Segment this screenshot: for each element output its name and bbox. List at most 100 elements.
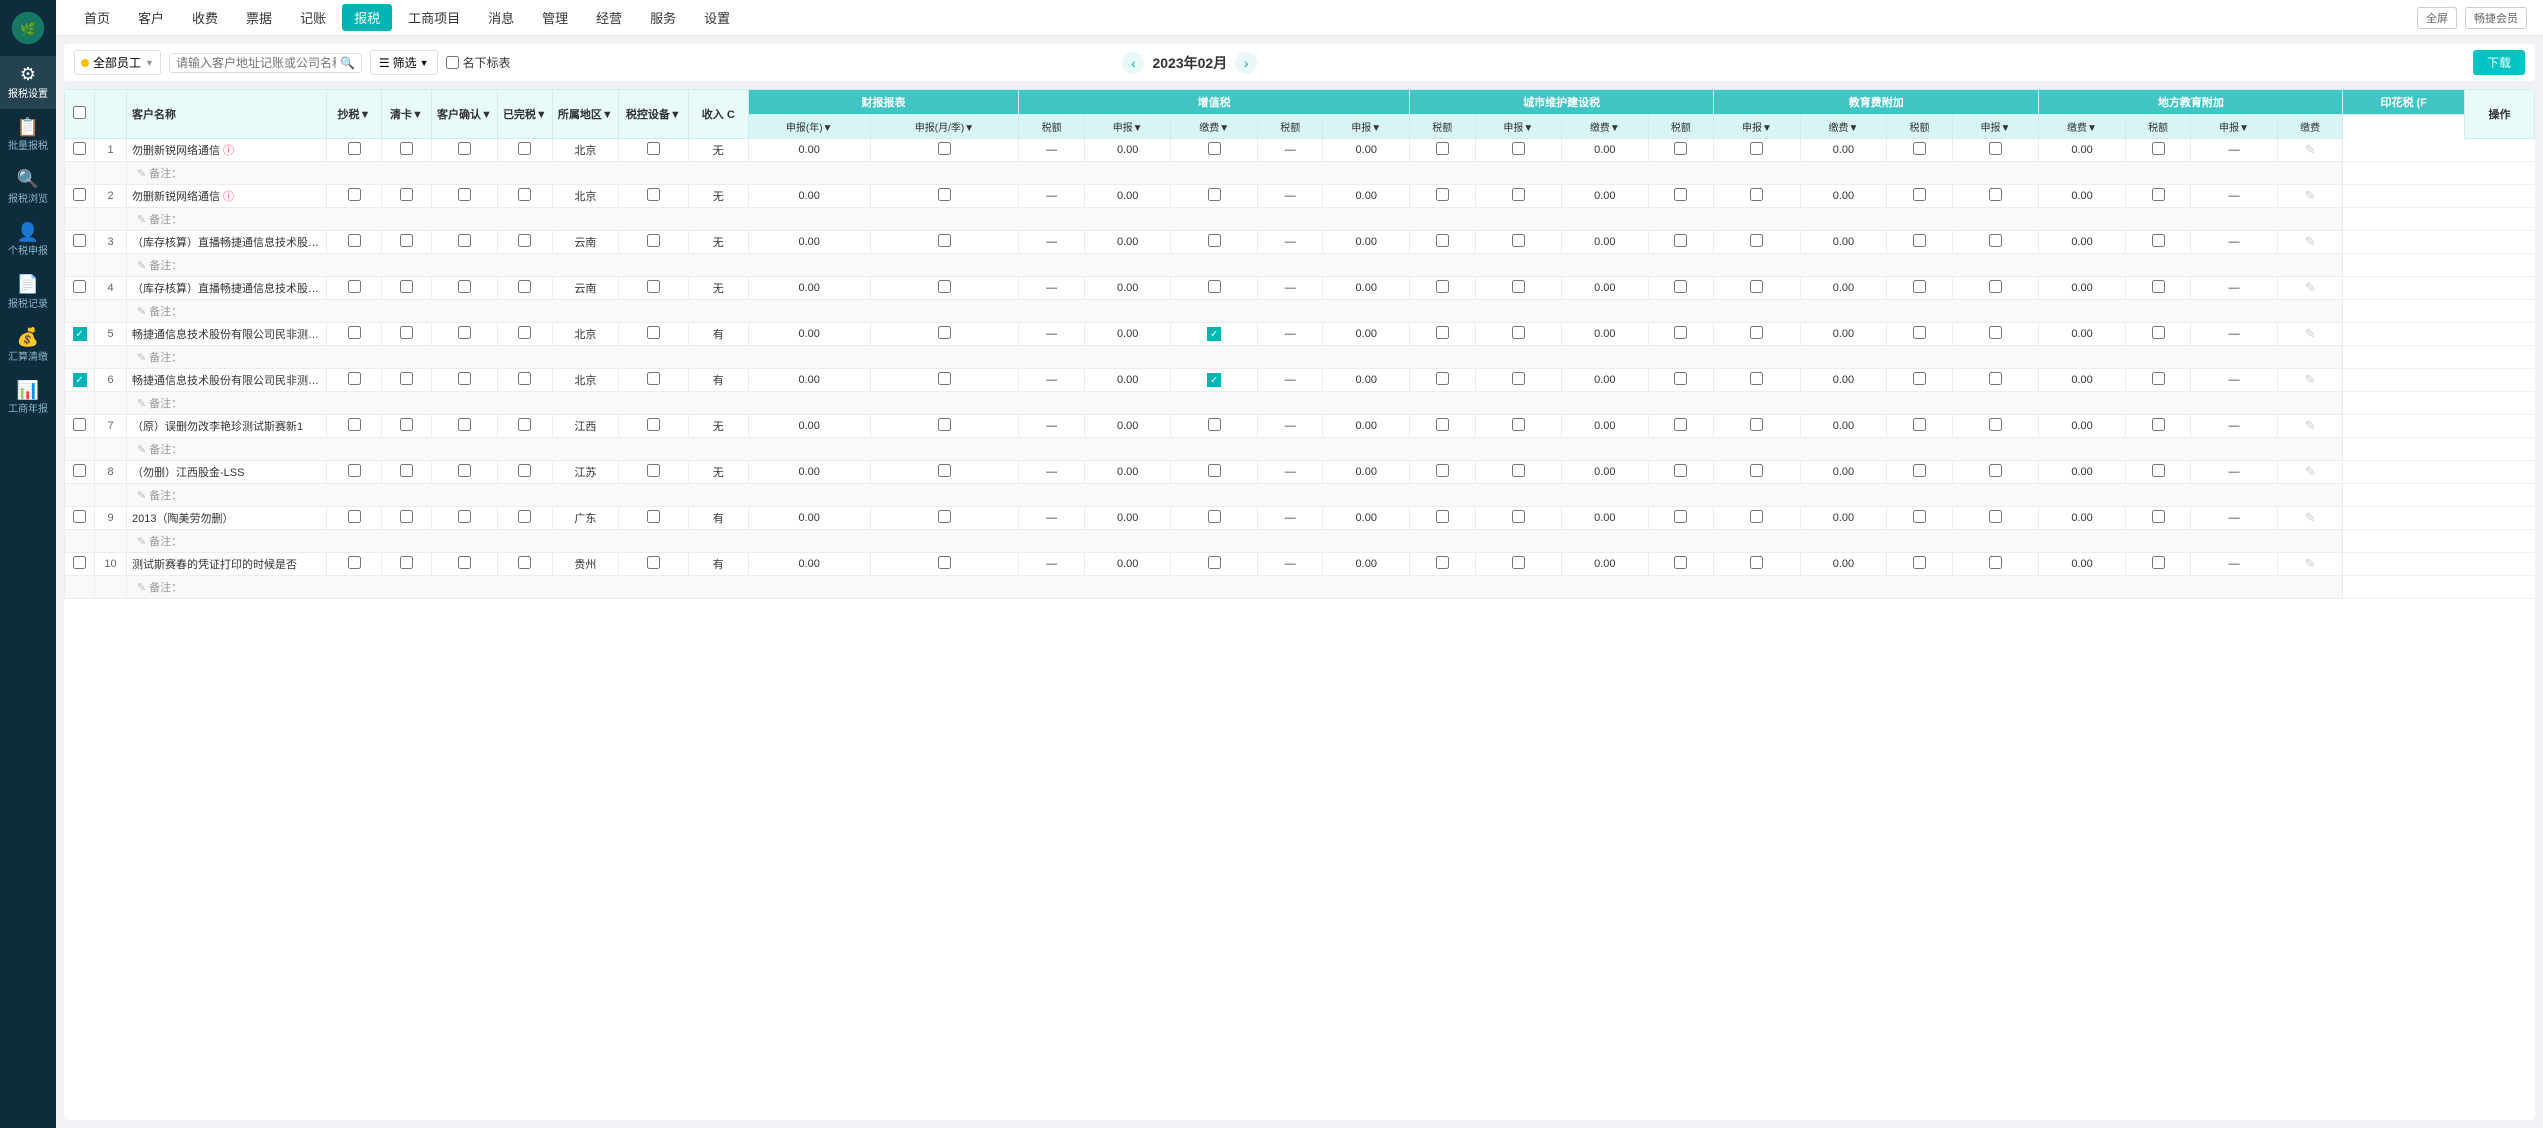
df-fee-cb[interactable] xyxy=(1989,464,2002,477)
df-fee-cb[interactable] xyxy=(1989,280,2002,293)
declared-cb[interactable] xyxy=(518,556,531,569)
confirm-cb[interactable] xyxy=(458,326,471,339)
row-checkbox[interactable] xyxy=(73,280,86,293)
nav-jizhang[interactable]: 记账 xyxy=(288,4,338,31)
cs-apply-cb[interactable] xyxy=(1436,142,1449,155)
declared-cb[interactable] xyxy=(518,510,531,523)
jy-fee-cb[interactable] xyxy=(1750,280,1763,293)
device-cb[interactable] xyxy=(647,280,660,293)
cs-fee-cb[interactable] xyxy=(1512,372,1525,385)
df-fee-cb[interactable] xyxy=(1989,556,2002,569)
select-all-checkbox[interactable] xyxy=(73,106,86,119)
caishui-year-cb[interactable] xyxy=(938,464,951,477)
edit-icon[interactable]: ✎ xyxy=(2305,142,2316,157)
chaoshui-cb[interactable] xyxy=(348,464,361,477)
jy-fee-cb[interactable] xyxy=(1750,234,1763,247)
row-checkbox[interactable] xyxy=(73,418,86,431)
cs-fee-cb[interactable] xyxy=(1512,326,1525,339)
jy-fee-cb[interactable] xyxy=(1750,372,1763,385)
df-fee-cb[interactable] xyxy=(1989,326,2002,339)
nav-baoshui[interactable]: 报税 xyxy=(342,4,392,31)
confirm-cb[interactable] xyxy=(458,280,471,293)
declared-cb[interactable] xyxy=(518,418,531,431)
cs-apply-cb[interactable] xyxy=(1436,280,1449,293)
jy-fee-cb[interactable] xyxy=(1750,142,1763,155)
chaoshui-cb[interactable] xyxy=(348,556,361,569)
device-cb[interactable] xyxy=(647,510,660,523)
jy-apply-cb[interactable] xyxy=(1674,280,1687,293)
sidebar-item-gongshang[interactable]: 📊 工商年报 xyxy=(0,372,56,425)
prev-month-btn[interactable]: ‹ xyxy=(1122,52,1144,74)
cs-fee-cb[interactable] xyxy=(1512,418,1525,431)
jy-apply-cb[interactable] xyxy=(1674,326,1687,339)
df-apply-cb[interactable] xyxy=(1913,372,1926,385)
cs-apply-cb[interactable] xyxy=(1436,418,1449,431)
declared-cb[interactable] xyxy=(518,280,531,293)
device-cb[interactable] xyxy=(647,188,660,201)
qingka-cb[interactable] xyxy=(400,326,413,339)
caishui-year-cb[interactable] xyxy=(938,188,951,201)
nav-home[interactable]: 首页 xyxy=(72,4,122,31)
yh-apply-cb[interactable] xyxy=(2152,464,2165,477)
sidebar-item-baoshuishezhi[interactable]: ⚙ 报税设置 xyxy=(0,56,56,109)
chaoshui-cb[interactable] xyxy=(348,188,361,201)
cs-apply-cb[interactable] xyxy=(1436,188,1449,201)
device-cb[interactable] xyxy=(647,142,660,155)
yh-apply-cb[interactable] xyxy=(2152,280,2165,293)
df-apply-cb[interactable] xyxy=(1913,234,1926,247)
df-fee-cb[interactable] xyxy=(1989,234,2002,247)
caishui-year-cb[interactable] xyxy=(938,326,951,339)
edit-icon[interactable]: ✎ xyxy=(2305,510,2316,525)
chaoshui-cb[interactable] xyxy=(348,418,361,431)
jy-fee-cb[interactable] xyxy=(1750,326,1763,339)
cs-fee-cb[interactable] xyxy=(1512,510,1525,523)
edit-icon[interactable]: ✎ xyxy=(2305,556,2316,571)
df-apply-cb[interactable] xyxy=(1913,418,1926,431)
qingka-cb[interactable] xyxy=(400,142,413,155)
caishui-year-cb[interactable] xyxy=(938,418,951,431)
cs-apply-cb[interactable] xyxy=(1436,234,1449,247)
qingka-cb[interactable] xyxy=(400,556,413,569)
qingka-cb[interactable] xyxy=(400,234,413,247)
df-apply-cb[interactable] xyxy=(1913,464,1926,477)
yh-apply-cb[interactable] xyxy=(2152,510,2165,523)
confirm-cb[interactable] xyxy=(458,556,471,569)
jy-apply-cb[interactable] xyxy=(1674,464,1687,477)
cs-fee-cb[interactable] xyxy=(1512,234,1525,247)
sidebar-item-geshui[interactable]: 👤 个税申报 xyxy=(0,214,56,267)
edit-icon[interactable]: ✎ xyxy=(2305,234,2316,249)
confirm-cb[interactable] xyxy=(458,510,471,523)
cs-apply-cb[interactable] xyxy=(1436,464,1449,477)
nav-fuwu[interactable]: 服务 xyxy=(638,4,688,31)
sidebar-item-huisuan[interactable]: 💰 汇算清缴 xyxy=(0,319,56,372)
jy-apply-cb[interactable] xyxy=(1674,510,1687,523)
confirm-cb[interactable] xyxy=(458,464,471,477)
device-cb[interactable] xyxy=(647,418,660,431)
qingka-cb[interactable] xyxy=(400,280,413,293)
df-apply-cb[interactable] xyxy=(1913,142,1926,155)
jy-apply-cb[interactable] xyxy=(1674,234,1687,247)
cs-fee-cb[interactable] xyxy=(1512,188,1525,201)
declared-cb[interactable] xyxy=(518,326,531,339)
named-checkbox[interactable] xyxy=(446,56,459,69)
yh-apply-cb[interactable] xyxy=(2152,142,2165,155)
caishui-year-cb[interactable] xyxy=(938,234,951,247)
chaoshui-cb[interactable] xyxy=(348,234,361,247)
yh-apply-cb[interactable] xyxy=(2152,234,2165,247)
sidebar-item-jilu[interactable]: 📄 报税记录 xyxy=(0,266,56,319)
device-cb[interactable] xyxy=(647,326,660,339)
declared-cb[interactable] xyxy=(518,464,531,477)
confirm-cb[interactable] xyxy=(458,234,471,247)
row-checkbox[interactable] xyxy=(73,556,86,569)
qingka-cb[interactable] xyxy=(400,464,413,477)
next-month-btn[interactable]: › xyxy=(1235,52,1257,74)
cs-fee-cb[interactable] xyxy=(1512,280,1525,293)
nav-gongshang[interactable]: 工商项目 xyxy=(396,4,472,31)
nav-jingying[interactable]: 经营 xyxy=(584,4,634,31)
df-fee-cb[interactable] xyxy=(1989,188,2002,201)
row-checkbox[interactable] xyxy=(73,464,86,477)
caishui-year-cb[interactable] xyxy=(938,510,951,523)
declared-cb[interactable] xyxy=(518,372,531,385)
df-fee-cb[interactable] xyxy=(1989,510,2002,523)
caishui-year-cb[interactable] xyxy=(938,556,951,569)
